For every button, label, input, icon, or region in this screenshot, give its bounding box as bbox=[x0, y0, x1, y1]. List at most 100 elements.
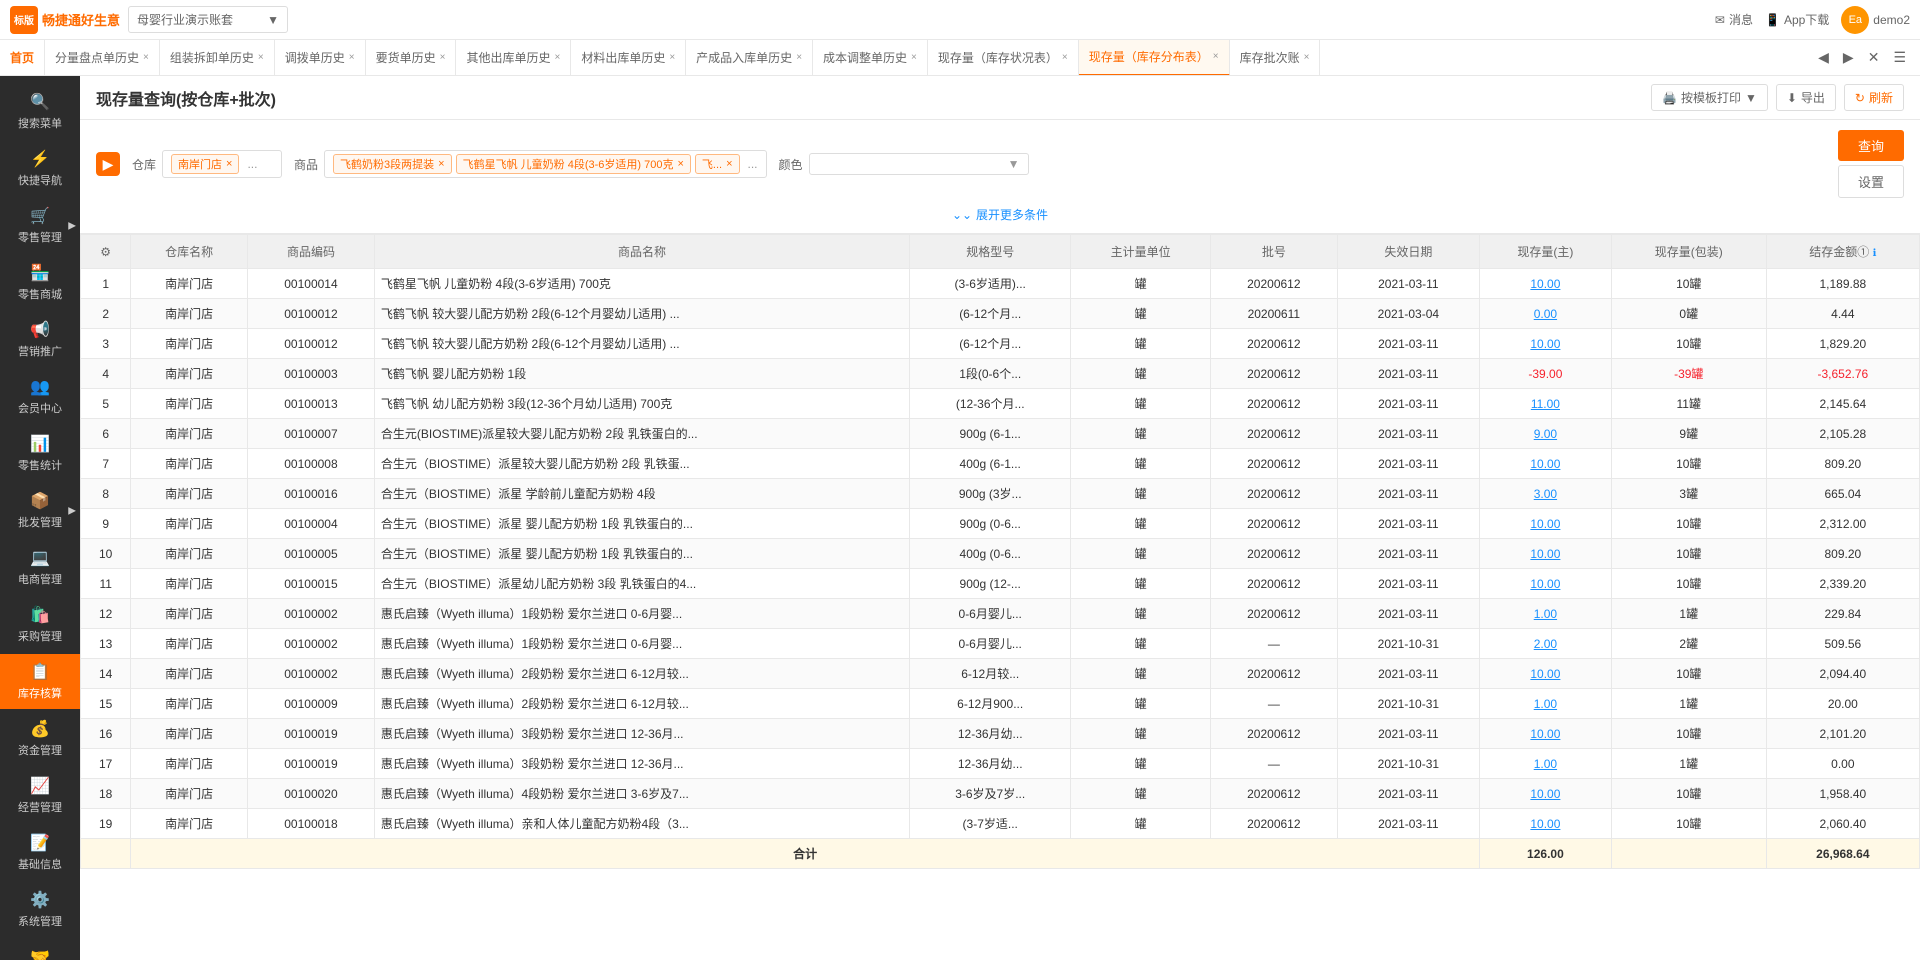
expand-more-button[interactable]: ⌄⌄ 展开更多条件 bbox=[96, 206, 1904, 223]
sidebar-item-basic-info[interactable]: 📝 基础信息 bbox=[0, 825, 80, 880]
close-icon[interactable]: × bbox=[796, 52, 802, 63]
row-no: 7 bbox=[81, 449, 131, 479]
col-settings[interactable]: ⚙ bbox=[81, 235, 131, 269]
app-download-btn[interactable]: 📱 App下载 bbox=[1765, 11, 1829, 28]
product-tag-close[interactable]: × bbox=[677, 158, 683, 170]
warehouse-tag-close[interactable]: × bbox=[226, 158, 232, 170]
row-qty-main[interactable]: 10.00 bbox=[1479, 539, 1611, 569]
sidebar-item-enterprise[interactable]: 🤝 企业协同 bbox=[0, 939, 80, 960]
close-icon[interactable]: × bbox=[349, 52, 355, 63]
row-batch: 20200612 bbox=[1210, 389, 1337, 419]
row-qty-main[interactable]: 10.00 bbox=[1479, 509, 1611, 539]
tab-menu-btn[interactable]: ☰ bbox=[1887, 47, 1912, 68]
row-qty-main[interactable]: 2.00 bbox=[1479, 629, 1611, 659]
tab-chengben[interactable]: 成本调整单历史 × bbox=[813, 40, 928, 76]
sidebar-item-quicknav[interactable]: ⚡ 快捷导航 bbox=[0, 141, 80, 196]
product-tag-close[interactable]: × bbox=[726, 158, 732, 170]
row-qty-main[interactable]: 10.00 bbox=[1479, 719, 1611, 749]
row-expiry: 2021-03-11 bbox=[1337, 779, 1479, 809]
row-no: 14 bbox=[81, 659, 131, 689]
sidebar-item-system[interactable]: ⚙️ 系统管理 bbox=[0, 882, 80, 937]
table-row: 18 南岸门店 00100020 惠氏启臻（Wyeth illuma）4段奶粉 … bbox=[81, 779, 1920, 809]
tab-chanchengpin[interactable]: 产成品入库单历史 × bbox=[686, 40, 813, 76]
sidebar-item-search[interactable]: 🔍 搜索菜单 bbox=[0, 84, 80, 139]
table-container[interactable]: ⚙ 仓库名称 商品编码 商品名称 规格型号 主计量单位 批号 失效日期 现存量(… bbox=[80, 234, 1920, 960]
tab-qitachuku[interactable]: 其他出库单历史 × bbox=[456, 40, 571, 76]
message-btn[interactable]: ✉ 消息 bbox=[1715, 11, 1753, 28]
color-input[interactable]: ▼ bbox=[809, 153, 1029, 175]
tab-home[interactable]: 首页 bbox=[0, 40, 45, 76]
row-qty-main[interactable]: 3.00 bbox=[1479, 479, 1611, 509]
tab-xiancun-kuangkuang[interactable]: 现存量（库存状况表） × bbox=[928, 40, 1079, 76]
row-name: 惠氏启臻（Wyeth illuma）亲和人体儿童配方奶粉4段（3... bbox=[374, 809, 909, 839]
sidebar-item-finance[interactable]: 💰 资金管理 bbox=[0, 711, 80, 766]
user-area[interactable]: Ea demo2 bbox=[1841, 6, 1910, 34]
export-button[interactable]: ⬇ 导出 bbox=[1776, 84, 1836, 111]
refresh-button[interactable]: ↻ 刷新 bbox=[1844, 84, 1904, 111]
row-code: 00100018 bbox=[248, 809, 375, 839]
logo-area: 标版 畅捷通好生意 bbox=[10, 6, 120, 34]
row-amount: 509.56 bbox=[1766, 629, 1919, 659]
row-qty-main[interactable]: 10.00 bbox=[1479, 809, 1611, 839]
close-icon[interactable]: × bbox=[911, 52, 917, 63]
close-icon[interactable]: × bbox=[1213, 51, 1219, 62]
close-icon[interactable]: × bbox=[669, 52, 675, 63]
row-qty-main[interactable]: 11.00 bbox=[1479, 389, 1611, 419]
sidebar-item-member[interactable]: 👥 会员中心 bbox=[0, 369, 80, 424]
tab-fenliang[interactable]: 分量盘点单历史 × bbox=[45, 40, 160, 76]
close-icon[interactable]: × bbox=[1304, 52, 1310, 63]
sidebar-item-management[interactable]: 📈 经营管理 bbox=[0, 768, 80, 823]
close-icon[interactable]: × bbox=[554, 52, 560, 63]
warehouse-tags: 南岸门店 × bbox=[171, 154, 239, 174]
row-name: 合生元(BIOSTIME)派星较大婴儿配方奶粉 2段 乳铁蛋白的... bbox=[374, 419, 909, 449]
row-qty-main[interactable]: 10.00 bbox=[1479, 269, 1611, 299]
sidebar-item-stats[interactable]: 📊 零售统计 bbox=[0, 426, 80, 481]
row-warehouse: 南岸门店 bbox=[131, 809, 248, 839]
org-selector[interactable]: 母婴行业演示账套 ▼ bbox=[128, 6, 288, 33]
row-qty-main[interactable]: 10.00 bbox=[1479, 329, 1611, 359]
row-qty-main[interactable]: 10.00 bbox=[1479, 569, 1611, 599]
sidebar-item-ecommerce[interactable]: 💻 电商管理 bbox=[0, 540, 80, 595]
sidebar-label: 批发管理 bbox=[18, 514, 62, 530]
close-icon[interactable]: × bbox=[1062, 52, 1068, 63]
tab-xiancun-fenbu[interactable]: 现存量（库存分布表） × bbox=[1079, 40, 1230, 76]
tab-close-btn[interactable]: ✕ bbox=[1862, 47, 1886, 68]
row-qty-main[interactable]: 10.00 bbox=[1479, 659, 1611, 689]
row-expiry: 2021-03-11 bbox=[1337, 569, 1479, 599]
row-qty-main[interactable]: 1.00 bbox=[1479, 599, 1611, 629]
sidebar-item-retail-mall[interactable]: 🏪 零售商城 bbox=[0, 255, 80, 310]
row-qty-main[interactable]: 0.00 bbox=[1479, 299, 1611, 329]
close-icon[interactable]: × bbox=[440, 52, 446, 63]
search-button[interactable]: 查询 bbox=[1838, 130, 1904, 161]
filter-toggle-button[interactable]: ▶ bbox=[96, 152, 120, 176]
row-qty-main[interactable]: 10.00 bbox=[1479, 449, 1611, 479]
tab-scroll-right[interactable]: ▶ bbox=[1837, 47, 1860, 68]
tab-scroll-left[interactable]: ◀ bbox=[1812, 47, 1835, 68]
sidebar-item-wholesale[interactable]: 📦 批发管理 ▶ bbox=[0, 483, 80, 538]
settings-button[interactable]: 设置 bbox=[1838, 165, 1904, 198]
row-warehouse: 南岸门店 bbox=[131, 629, 248, 659]
product-tag-close[interactable]: × bbox=[438, 158, 444, 170]
warehouse-input[interactable]: 南岸门店 × ... bbox=[162, 150, 282, 178]
row-qty-main[interactable]: 1.00 bbox=[1479, 689, 1611, 719]
close-icon[interactable]: × bbox=[258, 52, 264, 63]
money-icon: 💰 bbox=[30, 719, 50, 739]
chart-icon: 📊 bbox=[30, 434, 50, 454]
sidebar-item-retail-mgmt[interactable]: 🛒 零售管理 ▶ bbox=[0, 198, 80, 253]
sidebar-item-marketing[interactable]: 📢 营销推广 bbox=[0, 312, 80, 367]
tab-zuzhuang[interactable]: 组装拆卸单历史 × bbox=[160, 40, 275, 76]
total-qty: 126.00 bbox=[1479, 839, 1611, 869]
tab-label: 调拨单历史 bbox=[285, 49, 345, 66]
tab-cailiao[interactable]: 材料出库单历史 × bbox=[571, 40, 686, 76]
close-icon[interactable]: × bbox=[143, 52, 149, 63]
sidebar-item-inventory[interactable]: 📋 库存核算 bbox=[0, 654, 80, 709]
tab-diaob[interactable]: 调拨单历史 × bbox=[275, 40, 366, 76]
print-button[interactable]: 🖨️ 按模板打印 ▼ bbox=[1651, 84, 1768, 111]
row-qty-main[interactable]: 9.00 bbox=[1479, 419, 1611, 449]
row-qty-main[interactable]: 1.00 bbox=[1479, 749, 1611, 779]
tab-kupi-pici[interactable]: 库存批次账 × bbox=[1230, 40, 1321, 76]
sidebar-item-purchase[interactable]: 🛍️ 采购管理 bbox=[0, 597, 80, 652]
product-input[interactable]: 飞鹤奶粉3段两提装 × 飞鹤星飞帆 儿童奶粉 4段(3-6岁适用) 700克 ×… bbox=[324, 150, 767, 178]
tab-yaohuo[interactable]: 要货单历史 × bbox=[366, 40, 457, 76]
row-qty-main[interactable]: 10.00 bbox=[1479, 779, 1611, 809]
